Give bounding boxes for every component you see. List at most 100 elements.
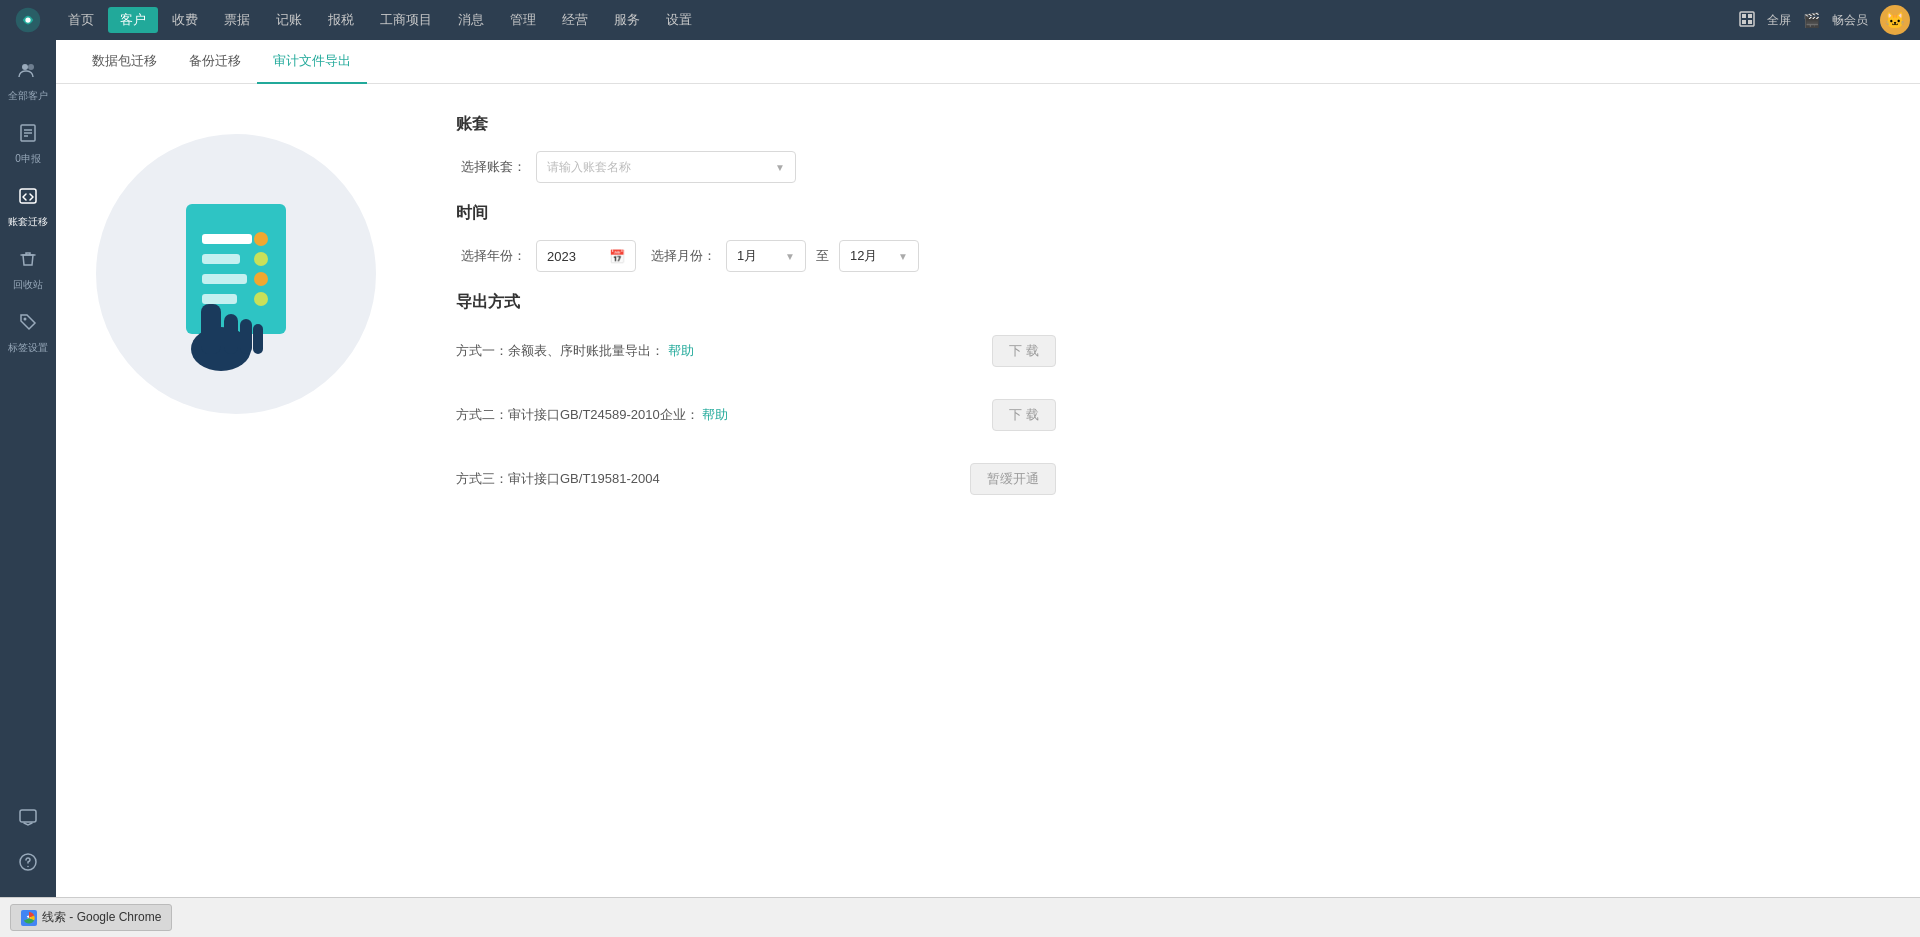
svg-rect-5 [1742,20,1746,24]
app-logo [10,2,46,38]
chrome-icon [21,910,37,926]
export-method-1-download-button[interactable]: 下 载 [992,335,1056,367]
sidebar-item-help[interactable] [18,842,38,887]
account-migration-icon [18,186,38,211]
sidebar-label-all-customers: 全部客户 [8,89,48,103]
svg-rect-30 [240,319,252,354]
export-section-title: 导出方式 [456,292,1056,313]
nav-items: 首页 客户 收费 票据 记账 报税 工商项目 消息 管理 经营 服务 设置 [56,7,1739,33]
export-method-3-pending-button[interactable]: 暂缓开通 [970,463,1056,495]
nav-right: 全屏 🎬 畅会员 🐱 [1739,5,1910,35]
nav-customer[interactable]: 客户 [108,7,158,33]
svg-rect-4 [1748,14,1752,18]
nav-service[interactable]: 服务 [602,7,652,33]
nav-message[interactable]: 消息 [446,7,496,33]
time-row: 选择年份： 2023 📅 选择月份： 1月 ▼ 至 12月 ▼ [456,240,1056,272]
month-end-select[interactable]: 12月 ▼ [839,240,919,272]
export-method-2-help[interactable]: 帮助 [702,407,728,422]
nav-operations[interactable]: 经营 [550,7,600,33]
tab-audit-export[interactable]: 审计文件导出 [257,40,367,84]
zero-report-icon [18,123,38,148]
year-label: 选择年份： [456,247,526,265]
svg-point-23 [254,232,268,246]
svg-rect-22 [202,294,237,304]
to-label: 至 [816,247,829,265]
account-select[interactable]: 请输入账套名称 ▼ [536,151,796,183]
time-section-title: 时间 [456,203,1056,224]
export-method-3: 方式三：审计接口GB/T19581-2004 暂缓开通 [456,457,1056,501]
main-layout: 全部客户 0申报 账套迁移 [0,40,1920,897]
svg-rect-3 [1742,14,1746,18]
svg-rect-20 [202,254,240,264]
sidebar-item-account-migration[interactable]: 账套迁移 [0,176,56,239]
svg-point-26 [254,292,268,306]
vip-icon: 🎬 [1803,12,1820,28]
nav-business[interactable]: 工商项目 [368,7,444,33]
taskbar-chrome-item[interactable]: 线索 - Google Chrome [10,904,172,931]
year-input[interactable]: 2023 📅 [536,240,636,272]
svg-rect-31 [253,324,263,354]
sidebar-item-zero-report[interactable]: 0申报 [0,113,56,176]
svg-rect-13 [20,189,36,203]
svg-rect-19 [202,234,252,244]
sub-tabs: 数据包迁移 备份迁移 审计文件导出 [56,40,1920,84]
export-method-2-label: 方式二：审计接口GB/T24589-2010企业： 帮助 [456,406,728,424]
content-area: 数据包迁移 备份迁移 审计文件导出 [56,40,1920,897]
illustration [96,134,376,414]
sidebar-item-recycle[interactable]: 回收站 [0,239,56,302]
export-method-3-label: 方式三：审计接口GB/T19581-2004 [456,470,660,488]
export-method-2: 方式二：审计接口GB/T24589-2010企业： 帮助 下 载 [456,393,1056,437]
taskbar-chrome-label: 线索 - Google Chrome [42,909,161,926]
main-content-area: 账套 选择账套： 请输入账套名称 ▼ 时间 选择年份： 2023 📅 [56,84,1920,897]
taskbar: 线索 - Google Chrome [0,897,1920,937]
nav-home[interactable]: 首页 [56,7,106,33]
month-label: 选择月份： [646,247,716,265]
svg-rect-28 [201,304,221,354]
sidebar: 全部客户 0申报 账套迁移 [0,40,56,897]
nav-fee[interactable]: 收费 [160,7,210,33]
svg-rect-29 [224,314,238,354]
sidebar-item-tag-settings[interactable]: 标签设置 [0,302,56,365]
month-start-select[interactable]: 1月 ▼ [726,240,806,272]
month-start-arrow: ▼ [785,251,795,262]
sidebar-item-all-customers[interactable]: 全部客户 [0,50,56,113]
sidebar-item-chat[interactable] [18,797,38,842]
account-dropdown-arrow: ▼ [775,162,785,173]
nav-tax[interactable]: 报税 [316,7,366,33]
sidebar-label-recycle: 回收站 [13,278,43,292]
month-end-value: 12月 [850,247,877,265]
sidebar-bottom [18,797,38,897]
account-placeholder: 请输入账套名称 [547,159,631,176]
sidebar-label-tag-settings: 标签设置 [8,341,48,355]
nav-account[interactable]: 记账 [264,7,314,33]
sidebar-label-zero-report: 0申报 [15,152,41,166]
tag-settings-icon [18,312,38,337]
svg-point-1 [25,17,30,22]
account-label: 选择账套： [456,158,526,176]
nav-settings[interactable]: 设置 [654,7,704,33]
tab-backup-migration[interactable]: 备份迁移 [173,40,257,84]
export-method-1: 方式一：余额表、序时账批量导出： 帮助 下 载 [456,329,1056,373]
tab-data-package-migration[interactable]: 数据包迁移 [76,40,173,84]
fullscreen-label[interactable]: 全屏 [1767,12,1791,29]
fullscreen-button[interactable] [1739,11,1755,30]
nav-manage[interactable]: 管理 [498,7,548,33]
chat-icon [18,807,38,832]
nav-invoice[interactable]: 票据 [212,7,262,33]
account-section-title: 账套 [456,114,1056,135]
svg-point-24 [254,252,268,266]
svg-rect-6 [1748,20,1752,24]
recycle-icon [18,249,38,274]
export-method-2-download-button[interactable]: 下 载 [992,399,1056,431]
export-method-1-help[interactable]: 帮助 [668,343,694,358]
vip-label[interactable]: 畅会员 [1832,12,1868,29]
svg-point-8 [28,64,34,70]
sidebar-label-account-migration: 账套迁移 [8,215,48,229]
account-row: 选择账套： 请输入账套名称 ▼ [456,151,1056,183]
svg-point-17 [27,866,29,868]
export-method-1-label: 方式一：余额表、序时账批量导出： 帮助 [456,342,694,360]
svg-point-14 [24,318,27,321]
year-value: 2023 [547,249,576,264]
top-navigation: 首页 客户 收费 票据 记账 报税 工商项目 消息 管理 经营 服务 设置 全屏… [0,0,1920,40]
avatar[interactable]: 🐱 [1880,5,1910,35]
